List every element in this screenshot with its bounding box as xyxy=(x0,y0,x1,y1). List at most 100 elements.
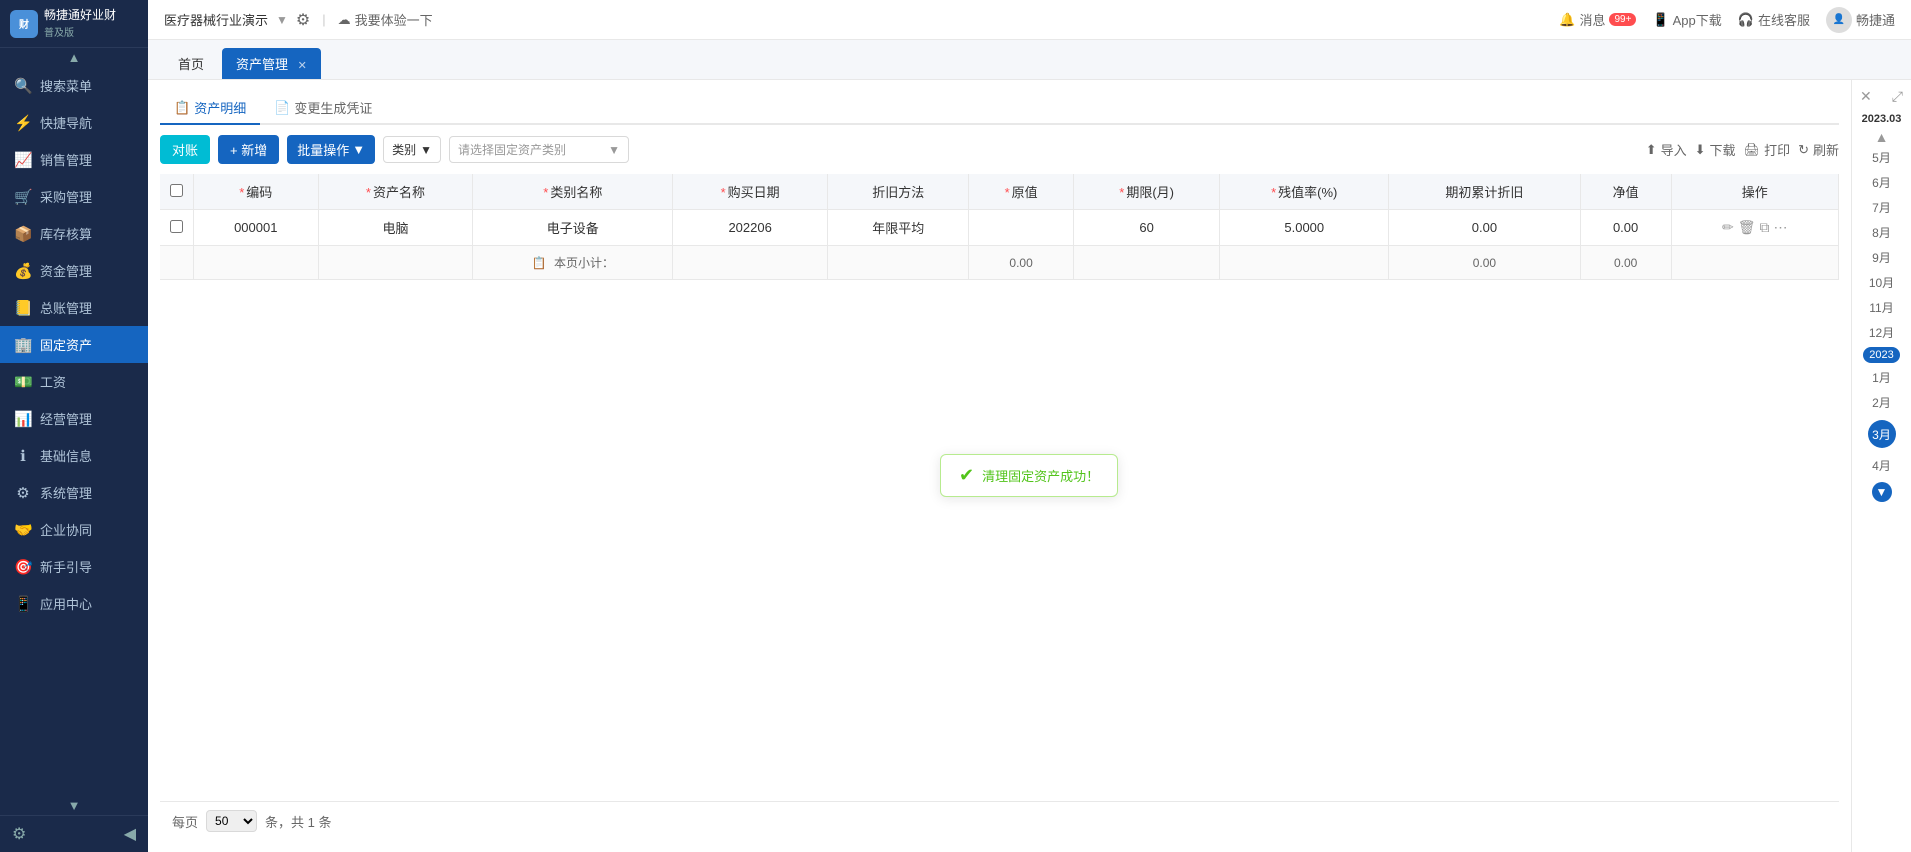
timeline-month-8[interactable]: 8月 xyxy=(1852,220,1911,245)
category-filter-label: 类别 xyxy=(392,141,416,158)
pagination: 每页 50 10 20 100 条，共 1 条 xyxy=(160,801,1839,840)
add-btn[interactable]: + 新增 xyxy=(218,135,279,164)
subtotal-net: 0.00 xyxy=(1580,246,1671,280)
sidebar-item-purchase[interactable]: 🛒采购管理 xyxy=(0,178,148,215)
timeline-month-9[interactable]: 9月 xyxy=(1852,245,1911,270)
sidebar-item-fixed-assets[interactable]: 🏢固定资产 xyxy=(0,326,148,363)
timeline-month-11[interactable]: 11月 xyxy=(1852,295,1911,320)
sub-tab-voucher-gen[interactable]: 📄 变更生成凭证 xyxy=(260,92,386,125)
data-table: *编码 *资产名称 *类别名称 *购买日期 折旧方法 *原值 *期限(月) *残… xyxy=(160,174,1839,280)
download-btn[interactable]: ⬇ 下载 xyxy=(1695,140,1736,159)
sidebar-item-label-search: 搜索菜单 xyxy=(40,76,92,95)
copy-row-btn[interactable]: ⧉ xyxy=(1760,219,1770,236)
category-filter-chevron: ▼ xyxy=(420,143,432,157)
category-input-chevron: ▼ xyxy=(608,143,620,157)
sidebar-item-label-inventory: 库存核算 xyxy=(40,224,92,243)
tab-asset-mgmt[interactable]: 资产管理 ✕ xyxy=(222,48,321,79)
experience-btn[interactable]: ☁ 我要体验一下 xyxy=(338,10,433,29)
app-download-btn[interactable]: 📱 App下载 xyxy=(1652,10,1721,29)
online-service-btn[interactable]: 🎧 在线客服 xyxy=(1738,10,1810,29)
sidebar-scroll-up[interactable]: ▲ xyxy=(0,48,148,67)
timeline-panel: ✕ ⤢ 2023.03 ▲ 5月 6月 7月 8月 9月 10月 11月 12月… xyxy=(1851,80,1911,852)
sidebar-item-quick-nav[interactable]: ⚡快捷导航 xyxy=(0,104,148,141)
collapse-sidebar-icon[interactable]: ◀ xyxy=(124,824,136,844)
sidebar-item-ledger[interactable]: 📒总账管理 xyxy=(0,289,148,326)
batch-btn[interactable]: 批量操作 ▼ xyxy=(287,135,375,164)
cell-accumulated-depreciation: 0.00 xyxy=(1389,210,1581,246)
timeline-month-2[interactable]: 2月 xyxy=(1852,390,1911,415)
user-profile-btn[interactable]: 👤 畅捷通 xyxy=(1826,7,1895,33)
page-content: 📋 资产明细 📄 变更生成凭证 对账 + 新增 批量操作 ▼ xyxy=(148,80,1911,852)
timeline-month-7[interactable]: 7月 xyxy=(1852,195,1911,220)
timeline-month-10[interactable]: 10月 xyxy=(1852,270,1911,295)
sidebar-item-system[interactable]: ⚙系统管理 xyxy=(0,474,148,511)
sidebar-item-label-sales: 销售管理 xyxy=(40,150,92,169)
batch-btn-label: 批量操作 xyxy=(297,140,349,159)
row-checkbox[interactable] xyxy=(170,220,183,233)
cloud-icon: ☁ xyxy=(338,12,351,28)
company-dropdown-icon[interactable]: ▼ xyxy=(276,13,288,27)
sidebar-item-operations[interactable]: 📊经营管理 xyxy=(0,400,148,437)
timeline-month-6[interactable]: 6月 xyxy=(1852,170,1911,195)
toolbar-right: ⬆ 导入 ⬇ 下载 🖨 打印 ↻ 刷新 xyxy=(1646,140,1839,159)
print-btn[interactable]: 🖨 打印 xyxy=(1744,140,1791,159)
timeline-month-12[interactable]: 12月 xyxy=(1852,320,1911,345)
sidebar-item-beginner[interactable]: 🎯新手引导 xyxy=(0,548,148,585)
pagination-total: 条，共 1 条 xyxy=(265,812,331,831)
sub-tab-asset-detail[interactable]: 📋 资产明细 xyxy=(160,92,260,125)
sidebar-item-sales[interactable]: 📈销售管理 xyxy=(0,141,148,178)
inventory-icon: 📦 xyxy=(14,225,32,243)
print-label: 打印 xyxy=(1764,140,1790,159)
import-btn[interactable]: ⬆ 导入 xyxy=(1646,140,1687,159)
timeline-scroll-up-btn[interactable]: ▲ xyxy=(1875,129,1889,145)
tab-asset-mgmt-close[interactable]: ✕ xyxy=(298,60,307,72)
logo-text: 畅捷通好业财 xyxy=(44,8,116,24)
sidebar-scroll-down[interactable]: ▼ xyxy=(0,796,148,815)
more-row-btn[interactable]: ⋯ xyxy=(1774,219,1788,236)
select-all-checkbox[interactable] xyxy=(170,184,183,197)
category-filter[interactable]: 类别 ▼ xyxy=(383,136,441,163)
refresh-btn[interactable]: ↻ 刷新 xyxy=(1798,140,1839,159)
timeline-month-5[interactable]: 5月 xyxy=(1852,145,1911,170)
sidebar-item-base-info[interactable]: ℹ基础信息 xyxy=(0,437,148,474)
subtotal-accumulated: 0.00 xyxy=(1389,246,1581,280)
sidebar-item-finance[interactable]: 💰资金管理 xyxy=(0,252,148,289)
timeline-scroll-down-circle[interactable]: ▼ xyxy=(1872,482,1892,502)
settings-bottom-icon[interactable]: ⚙ xyxy=(12,824,26,844)
subtotal-empty-2 xyxy=(194,246,319,280)
user-name: 畅捷通 xyxy=(1856,10,1895,29)
messages-label: 消息 xyxy=(1579,10,1605,29)
sidebar-item-search[interactable]: 🔍 搜索菜单 xyxy=(0,67,148,104)
sidebar: 财 畅捷通好业财 普及版 ▲ 🔍搜索菜单⚡快捷导航📈销售管理🛒采购管理📦库存核算… xyxy=(0,0,148,852)
table-row: 000001 电脑 电子设备 202206 年限平均 60 5.0000 0.0… xyxy=(160,210,1839,246)
subtotal-empty-3 xyxy=(318,246,473,280)
timeline-close-btn[interactable]: ✕ xyxy=(1856,84,1876,109)
topbar-settings-icon[interactable]: ⚙ xyxy=(296,10,310,30)
per-page-select[interactable]: 50 10 20 100 xyxy=(206,810,257,832)
main-content: 医疗器械行业演示 ▼ ⚙ | ☁ 我要体验一下 🔔 消息 99+ 📱 App下载… xyxy=(148,0,1911,852)
category-input[interactable]: 请选择固定资产类别 ▼ xyxy=(449,136,629,163)
sidebar-item-enterprise[interactable]: 🤝企业协同 xyxy=(0,511,148,548)
system-icon: ⚙ xyxy=(14,484,32,502)
sidebar-item-app-center[interactable]: 📱应用中心 xyxy=(0,585,148,622)
app-download-label: App下载 xyxy=(1673,10,1722,29)
edit-row-btn[interactable]: ✏ xyxy=(1722,219,1734,236)
delete-row-btn[interactable]: 🗑 xyxy=(1738,219,1756,236)
timeline-expand-btn[interactable]: ⤢ xyxy=(1888,84,1907,109)
sidebar-item-inventory[interactable]: 📦 库存核算 xyxy=(0,215,148,252)
timeline-month-1[interactable]: 1月 xyxy=(1852,365,1911,390)
logo-sub: 普及版 xyxy=(44,24,116,39)
purchase-icon: 🛒 xyxy=(14,188,32,206)
search-icon: 🔍 xyxy=(14,77,32,95)
table-body: 000001 电脑 电子设备 202206 年限平均 60 5.0000 0.0… xyxy=(160,210,1839,280)
timeline-scroll-down-btn[interactable]: ▼ xyxy=(1872,478,1892,506)
toolbar: 对账 + 新增 批量操作 ▼ 类别 ▼ 请选择固定资产类别 ▼ xyxy=(160,135,1839,164)
category-input-placeholder: 请选择固定资产类别 xyxy=(458,141,566,158)
timeline-month-3-current[interactable]: 3月 xyxy=(1868,420,1896,448)
tab-home[interactable]: 首页 xyxy=(164,48,218,79)
timeline-year-2023[interactable]: 2023 xyxy=(1863,347,1899,363)
reconcile-btn[interactable]: 对账 xyxy=(160,135,210,164)
timeline-month-4[interactable]: 4月 xyxy=(1852,453,1911,478)
sidebar-item-payroll[interactable]: 💵工资 xyxy=(0,363,148,400)
messages-btn[interactable]: 🔔 消息 99+ xyxy=(1559,10,1636,29)
